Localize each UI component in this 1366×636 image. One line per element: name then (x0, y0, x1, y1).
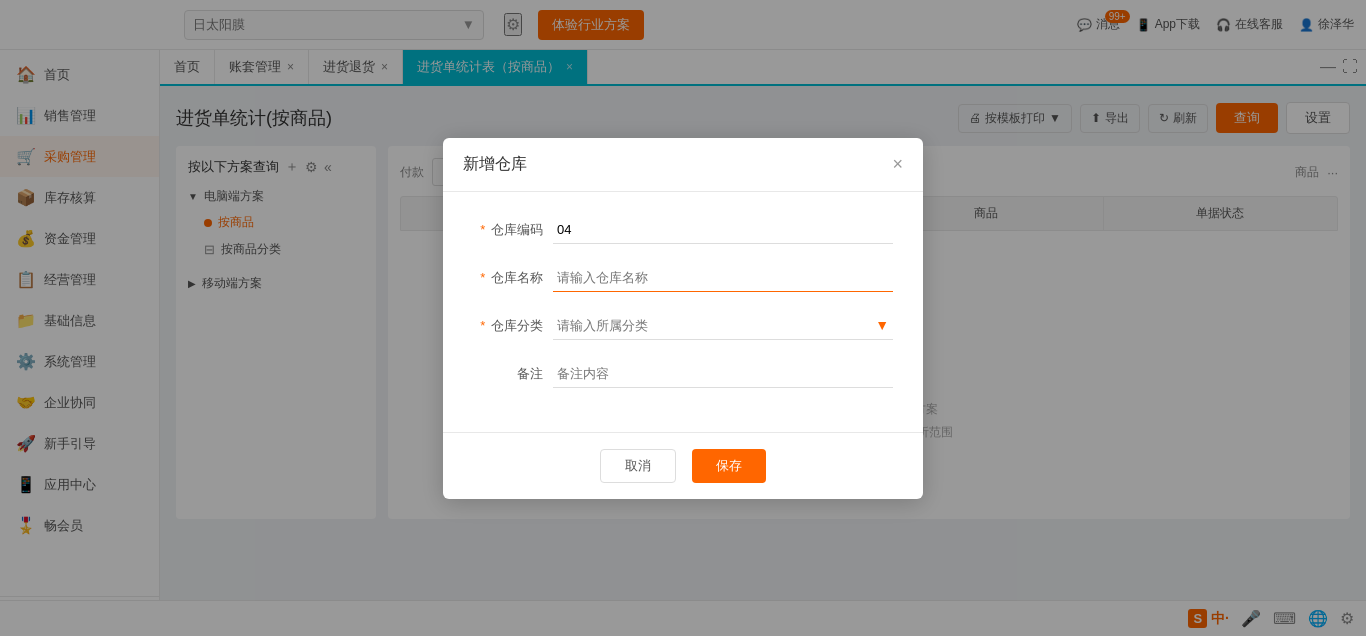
form-row-note: 备注 (473, 360, 893, 388)
note-label: 备注 (473, 365, 553, 383)
name-label: * 仓库名称 (473, 269, 553, 287)
category-select-input[interactable] (553, 312, 893, 339)
form-row-name: * 仓库名称 (473, 264, 893, 292)
code-label-text: 仓库编码 (491, 222, 543, 237)
category-required-star: * (480, 318, 485, 333)
category-dropdown-arrow: ▼ (875, 317, 889, 333)
modal-overlay[interactable]: 新增仓库 × * 仓库编码 * 仓库名称 (0, 0, 1366, 636)
code-label: * 仓库编码 (473, 221, 553, 239)
modal-header: 新增仓库 × (443, 138, 923, 192)
warehouse-name-input[interactable] (553, 264, 893, 292)
warehouse-note-input[interactable] (553, 360, 893, 388)
new-warehouse-modal: 新增仓库 × * 仓库编码 * 仓库名称 (443, 138, 923, 499)
code-required-star: * (480, 222, 485, 237)
modal-footer: 取消 保存 (443, 432, 923, 499)
warehouse-code-input[interactable] (553, 216, 893, 244)
name-required-star: * (480, 270, 485, 285)
name-label-text: 仓库名称 (491, 270, 543, 285)
form-row-code: * 仓库编码 (473, 216, 893, 244)
category-select-wrapper: ▼ (553, 312, 893, 340)
note-label-text: 备注 (517, 366, 543, 381)
save-button[interactable]: 保存 (692, 449, 766, 483)
form-row-category: * 仓库分类 ▼ (473, 312, 893, 340)
modal-body: * 仓库编码 * 仓库名称 * 仓库分类 (443, 192, 923, 432)
modal-title: 新增仓库 (463, 154, 527, 175)
cancel-button[interactable]: 取消 (600, 449, 676, 483)
modal-close-btn[interactable]: × (892, 154, 903, 175)
category-label: * 仓库分类 (473, 317, 553, 335)
category-label-text: 仓库分类 (491, 318, 543, 333)
